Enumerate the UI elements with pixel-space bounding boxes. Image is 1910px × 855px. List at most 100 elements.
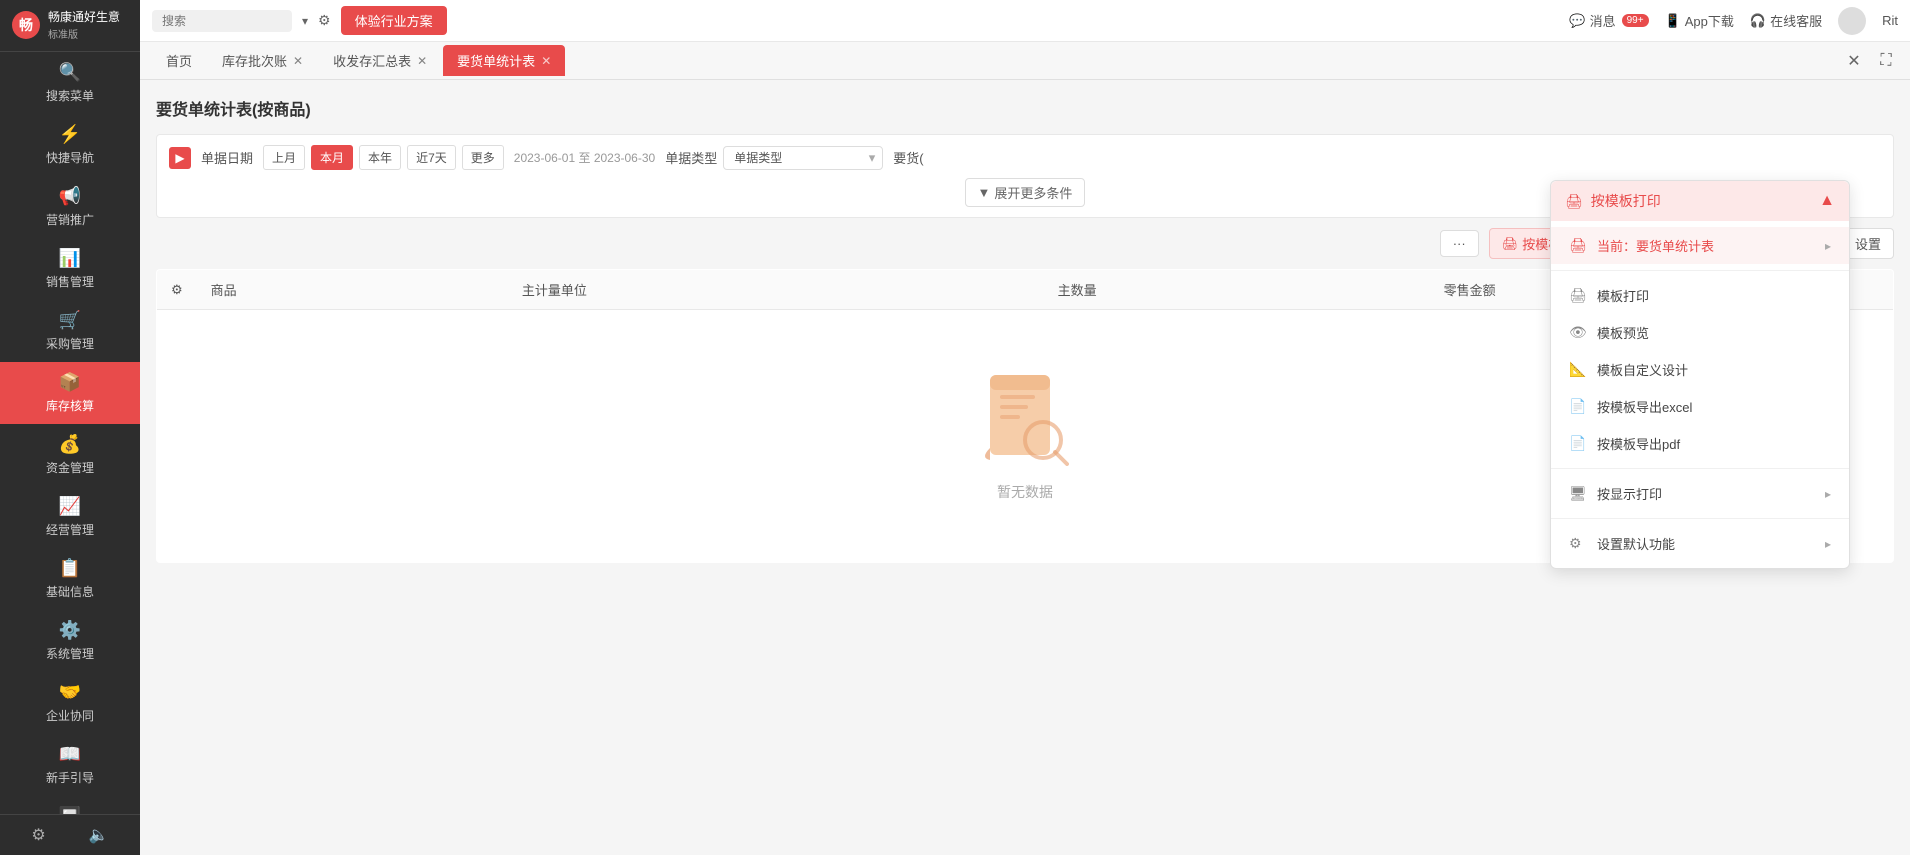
print-dropdown-header[interactable]: 🖨 按模板打印 ▲ <box>1551 181 1849 221</box>
sidebar-item-finance[interactable]: 💰 资金管理 <box>0 424 140 486</box>
page-title: 要货单统计表(按商品) <box>156 96 1894 120</box>
app-name: 畅康通好生意 <box>48 10 120 26</box>
tab-receipt-summary[interactable]: 收发存汇总表 ✕ <box>319 45 441 76</box>
date-btn-7days[interactable]: 近7天 <box>407 145 456 170</box>
sidebar-item-label: 系统管理 <box>46 645 94 662</box>
type-select[interactable]: 单据类型 <box>723 146 883 170</box>
more-options-btn[interactable]: ··· <box>1440 230 1479 257</box>
tab-receipt-summary-close[interactable]: ✕ <box>417 54 427 68</box>
sidebar-item-label: 库存核算 <box>46 397 94 414</box>
goods-label: 要货( <box>893 148 923 167</box>
purchase-icon: 🛒 <box>59 310 81 331</box>
guide-icon: 📖 <box>59 744 81 765</box>
print-dropdown-popup: 🖨 按模板打印 ▲ 🖨 当前：要货单统计表 ▸ 🖨 模板打印 👁 <box>1550 180 1850 569</box>
empty-text: 暂无数据 <box>997 482 1053 502</box>
expand-more-btn[interactable]: ▼ 展开更多条件 <box>965 178 1086 207</box>
tab-maximize-btn[interactable]: ⛶ <box>1874 49 1898 73</box>
sidebar-item-sales[interactable]: 📊 销售管理 <box>0 238 140 300</box>
app-download-btn[interactable]: 📱 App下载 <box>1665 11 1734 30</box>
dropdown-item-template-print[interactable]: 🖨 模板打印 <box>1551 277 1849 314</box>
date-btn-cur-month[interactable]: 本月 <box>311 145 353 170</box>
settings-footer-btn[interactable]: ⚙ <box>31 825 45 845</box>
template-preview-label: 模板预览 <box>1597 323 1831 342</box>
topbar-dropdown-arrow[interactable]: ▾ <box>302 14 308 28</box>
online-service-btn[interactable]: 🎧 在线客服 <box>1750 11 1822 30</box>
template-design-label: 模板自定义设计 <box>1597 360 1831 379</box>
dropdown-display-print[interactable]: 🖥 按显示打印 ▸ <box>1551 475 1849 512</box>
experience-btn[interactable]: 体验行业方案 <box>341 6 447 35</box>
logo-text-block: 畅康通好生意 标准版 <box>48 10 120 41</box>
tab-batch-account-close[interactable]: ✕ <box>293 54 303 68</box>
dropdown-item-export-pdf[interactable]: 📄 按模板导出pdf <box>1551 425 1849 462</box>
print-dropdown-title: 按模板打印 <box>1591 191 1661 211</box>
sidebar-item-guide[interactable]: 📖 新手引导 <box>0 734 140 796</box>
user-name[interactable]: Rit <box>1882 13 1898 28</box>
set-default-arrow: ▸ <box>1825 537 1831 551</box>
sidebar-item-purchase[interactable]: 🛒 采购管理 <box>0 300 140 362</box>
message-icon: 💬 <box>1569 13 1585 29</box>
quick-nav-icon: ⚡ <box>59 124 81 145</box>
tab-order-stats[interactable]: 要货单统计表 ✕ <box>443 45 565 76</box>
dropdown-item-export-excel[interactable]: 📄 按模板导出excel <box>1551 388 1849 425</box>
tab-home[interactable]: 首页 <box>152 45 206 76</box>
sidebar-item-label: 基础信息 <box>46 583 94 600</box>
search-menu-icon: 🔍 <box>59 62 81 83</box>
empty-svg-icon <box>975 370 1075 480</box>
user-avatar[interactable] <box>1838 7 1866 35</box>
export-pdf-icon: 📄 <box>1569 435 1587 452</box>
sidebar-item-label: 销售管理 <box>46 273 94 290</box>
sidebar-item-inventory[interactable]: 📦 库存核算 <box>0 362 140 424</box>
date-group: 上月 本月 本年 近7天 更多 2023-06-01 至 2023-06-30 <box>263 145 655 170</box>
date-btn-prev-month[interactable]: 上月 <box>263 145 305 170</box>
current-item-arrow: ▸ <box>1825 239 1831 253</box>
download-icon: 📱 <box>1665 13 1681 29</box>
th-gear: ⚙ <box>157 270 197 310</box>
print-dropdown-close-icon[interactable]: ▲ <box>1819 192 1835 210</box>
sidebar-item-operations[interactable]: 📈 经营管理 <box>0 486 140 548</box>
tab-home-label: 首页 <box>166 51 192 70</box>
dropdown-item-template-design[interactable]: 📐 模板自定义设计 <box>1551 351 1849 388</box>
display-print-icon: 🖥 <box>1569 485 1587 502</box>
th-unit: 主计量单位 <box>508 270 1044 310</box>
sidebar-item-quick-nav[interactable]: ⚡ 快捷导航 <box>0 114 140 176</box>
sidebar-nav: 🔍 搜索菜单 ⚡ 快捷导航 📢 营销推广 📊 销售管理 🛒 采购管理 📦 库存核… <box>0 52 140 814</box>
sidebar-item-collab[interactable]: 🤝 企业协同 <box>0 672 140 734</box>
dropdown-section-current: 🖨 当前：要货单统计表 ▸ <box>1551 221 1849 271</box>
date-btn-more[interactable]: 更多 <box>462 145 504 170</box>
sidebar-item-search-menu[interactable]: 🔍 搜索菜单 <box>0 52 140 114</box>
search-input[interactable] <box>152 10 292 32</box>
type-select-wrapper: 单据类型 <box>723 146 883 170</box>
dropdown-section-items: 🖨 模板打印 👁 模板预览 📐 模板自定义设计 📄 按模板导出excel 📄 <box>1551 271 1849 469</box>
empty-illustration <box>975 370 1075 470</box>
dropdown-item-template-preview[interactable]: 👁 模板预览 <box>1551 314 1849 351</box>
sidebar-item-basic[interactable]: 📋 基础信息 <box>0 548 140 610</box>
headset-icon: 🎧 <box>1750 13 1766 29</box>
topbar-gear-icon[interactable]: ⚙ <box>318 12 331 29</box>
basic-icon: 📋 <box>59 558 81 579</box>
template-print-label: 模板打印 <box>1597 286 1831 305</box>
inventory-icon: 📦 <box>59 372 81 393</box>
dropdown-current-item[interactable]: 🖨 当前：要货单统计表 ▸ <box>1551 227 1849 264</box>
sidebar-footer: ⚙ 🔈 <box>0 814 140 855</box>
date-btn-cur-year[interactable]: 本年 <box>359 145 401 170</box>
sidebar-item-label: 资金管理 <box>46 459 94 476</box>
printer-icon: 🖨 <box>1502 236 1519 252</box>
tabs-controls: ✕ ⛶ <box>1842 49 1898 73</box>
speaker-footer-btn[interactable]: 🔈 <box>89 825 109 845</box>
sidebar-item-marketing[interactable]: 📢 营销推广 <box>0 176 140 238</box>
tab-batch-account[interactable]: 库存批次账 ✕ <box>208 45 317 76</box>
filter-toggle-btn[interactable]: ▶ <box>169 147 191 169</box>
filter-select-type: 单据类型 单据类型 <box>665 146 883 170</box>
tab-receipt-summary-label: 收发存汇总表 <box>333 51 411 70</box>
sidebar-item-apps[interactable]: 🔲 应用中心 <box>0 796 140 814</box>
tab-close-btn[interactable]: ✕ <box>1842 49 1866 73</box>
system-icon: ⚙️ <box>59 620 81 641</box>
dropdown-set-default[interactable]: ⚙ 设置默认功能 ▸ <box>1551 525 1849 562</box>
sales-icon: 📊 <box>59 248 81 269</box>
topbar: ▾ ⚙ 体验行业方案 💬 消息 99+ 📱 App下载 🎧 在线客服 Rit <box>140 0 1910 42</box>
tab-order-stats-close[interactable]: ✕ <box>541 54 551 68</box>
sidebar-item-system[interactable]: ⚙️ 系统管理 <box>0 610 140 672</box>
collab-icon: 🤝 <box>59 682 81 703</box>
page-content: 要货单统计表(按商品) ▶ 单据日期 上月 本月 本年 近7天 更多 2023-… <box>140 80 1910 855</box>
message-btn[interactable]: 💬 消息 99+ <box>1569 11 1648 30</box>
